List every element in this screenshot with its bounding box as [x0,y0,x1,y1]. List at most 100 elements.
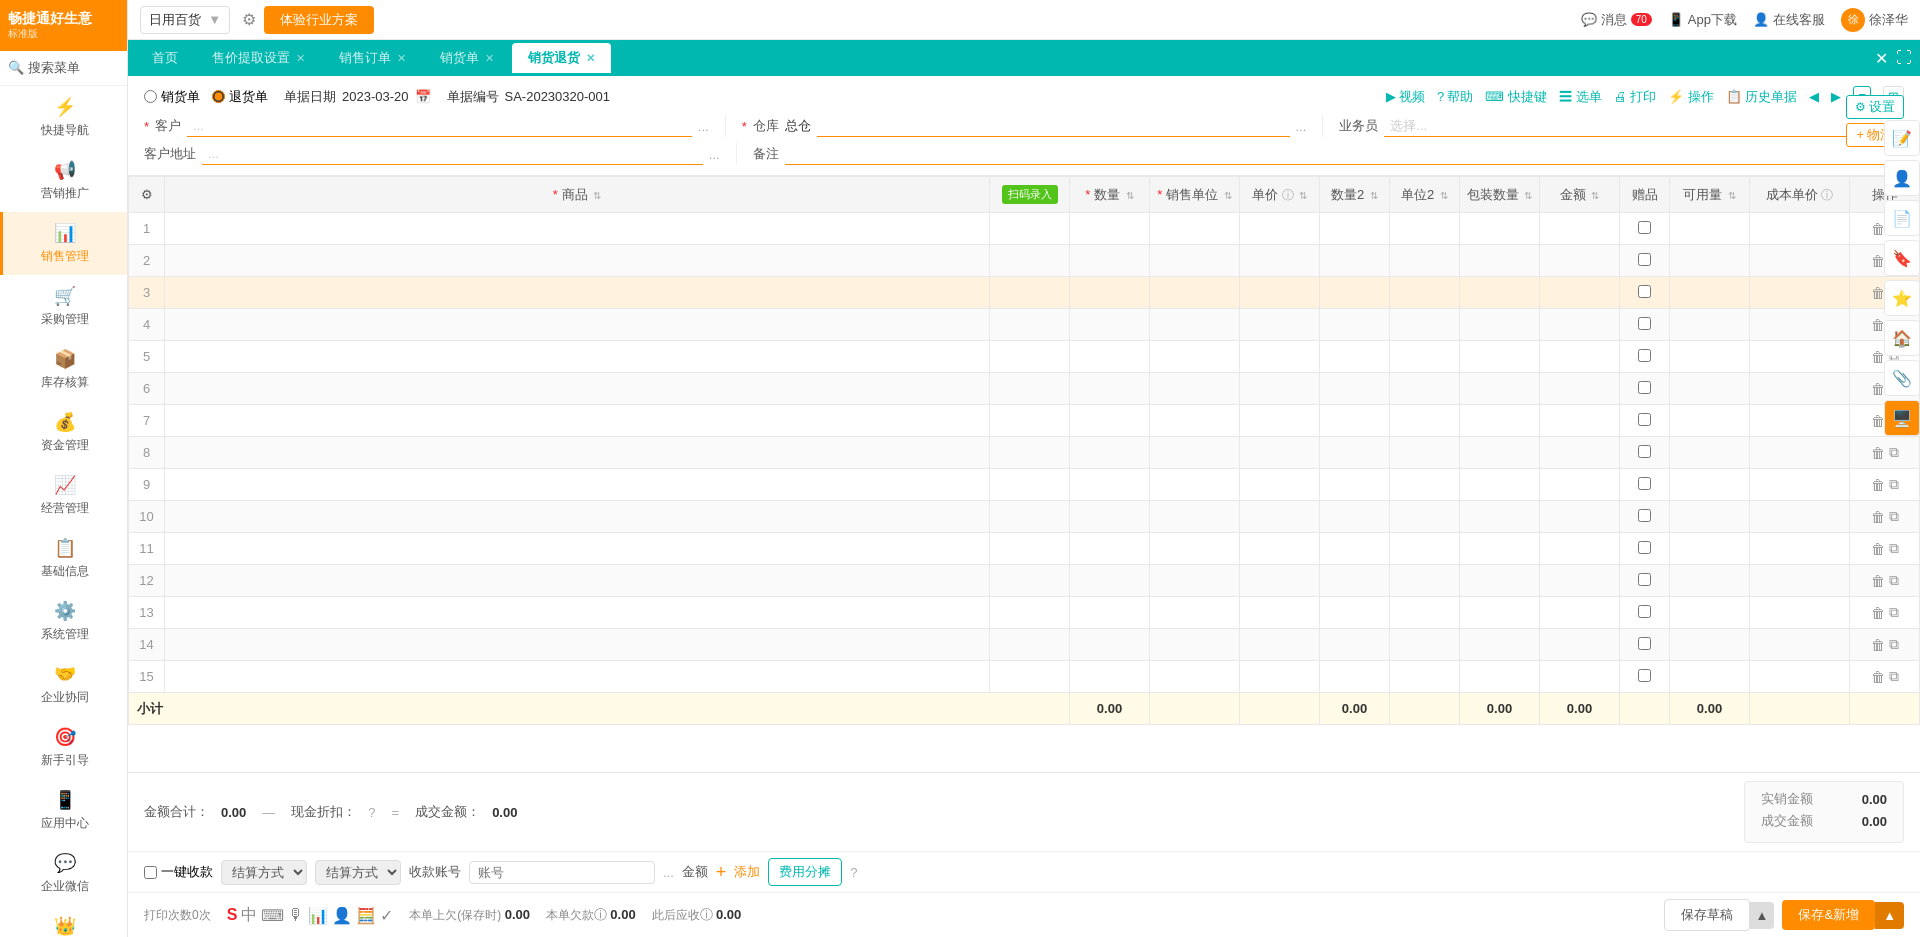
gift-cell[interactable] [1620,213,1670,245]
sales-unit-cell[interactable] [1150,373,1240,405]
qty2-cell[interactable] [1320,405,1390,437]
customer-dots-btn[interactable]: ... [698,119,709,134]
delete-row-icon[interactable]: 🗑 [1871,637,1885,653]
sales-unit-cell[interactable] [1150,629,1240,661]
amount-cell[interactable] [1540,405,1620,437]
product-cell[interactable] [165,565,990,597]
remark-input[interactable] [785,143,1904,165]
quantity-cell[interactable] [1070,565,1150,597]
delete-row-icon[interactable]: 🗑 [1871,349,1885,365]
delete-row-icon[interactable]: 🗑 [1871,381,1885,397]
available-cell[interactable] [1670,469,1750,501]
sales-unit-cell[interactable] [1150,245,1240,277]
product-cell[interactable] [165,245,990,277]
sales-unit-cell[interactable] [1150,405,1240,437]
sales-unit-cell[interactable] [1150,277,1240,309]
sidebar-item-basic[interactable]: 📋 基础信息 [0,527,127,590]
amount-cell[interactable] [1540,469,1620,501]
pkg-qty-cell[interactable] [1460,661,1540,693]
unit2-cell[interactable] [1390,277,1460,309]
tab-sales-delivery-close-icon[interactable]: ✕ [485,52,494,65]
available-cell[interactable] [1670,341,1750,373]
sort-price-icon[interactable]: ⇅ [1299,190,1307,201]
sidebar-item-sales[interactable]: 📊 销售管理 [0,212,127,275]
save-new-chevron-btn[interactable]: ▲ [1875,902,1904,929]
customer-input[interactable] [187,115,692,137]
cost-unit-cell[interactable] [1750,341,1850,373]
sidebar-item-enterprise[interactable]: 🤝 企业协同 [0,653,127,716]
gift-cell[interactable] [1620,309,1670,341]
delete-row-icon[interactable]: 🗑 [1871,509,1885,525]
gift-cell[interactable] [1620,661,1670,693]
amount-cell[interactable] [1540,661,1620,693]
amount-cell[interactable] [1540,277,1620,309]
cost-unit-cell[interactable] [1750,277,1850,309]
warehouse-dots-btn[interactable]: ... [1296,119,1307,134]
copy-row-icon[interactable]: ⧉ [1889,540,1899,557]
pkg-qty-cell[interactable] [1460,501,1540,533]
icon-3[interactable]: 🎙 [288,906,304,924]
amount-cell[interactable] [1540,213,1620,245]
delete-row-icon[interactable]: 🗑 [1871,285,1885,301]
unit-price-cell[interactable] [1240,501,1320,533]
account-dots-btn[interactable]: ... [663,865,674,880]
gift-cell[interactable] [1620,501,1670,533]
qty2-cell[interactable] [1320,533,1390,565]
cost-unit-cell[interactable] [1750,405,1850,437]
sales-unit-cell[interactable] [1150,533,1240,565]
tab-close-all-icon[interactable]: ✕ [1875,49,1888,68]
amount-cell[interactable] [1540,309,1620,341]
amount-cell[interactable] [1540,437,1620,469]
quantity-cell[interactable] [1070,405,1150,437]
quantity-cell[interactable] [1070,245,1150,277]
gift-cell[interactable] [1620,565,1670,597]
tab-price-settings[interactable]: 售价提取设置 ✕ [196,43,321,73]
copy-row-icon[interactable]: ⧉ [1889,572,1899,589]
save-draft-btn[interactable]: 保存草稿 [1664,899,1750,931]
sidebar-item-wechat[interactable]: 💬 企业微信 [0,842,127,905]
addr-dots-btn[interactable]: ... [709,147,720,162]
gift-cell[interactable] [1620,405,1670,437]
unit-price-cell[interactable] [1240,213,1320,245]
pkg-qty-cell[interactable] [1460,629,1540,661]
pkg-qty-cell[interactable] [1460,309,1540,341]
qty2-cell[interactable] [1320,661,1390,693]
cost-unit-cell[interactable] [1750,501,1850,533]
salesperson-input[interactable] [1384,115,1887,137]
sort-quantity-icon[interactable]: ⇅ [1126,190,1134,201]
cost-unit-cell[interactable] [1750,245,1850,277]
cost-unit-cell[interactable] [1750,533,1850,565]
delete-row-icon[interactable]: 🗑 [1871,605,1885,621]
gift-cell[interactable] [1620,277,1670,309]
col-settings-icon[interactable]: ⚙ [141,187,153,202]
amount-cell[interactable] [1540,565,1620,597]
tab-expand-icon[interactable]: ⛶ [1896,49,1912,67]
pkg-qty-cell[interactable] [1460,565,1540,597]
industry-dropdown[interactable]: 日用百货 ▼ [140,6,230,34]
tab-price-close-icon[interactable]: ✕ [296,52,305,65]
icon-4[interactable]: 📊 [308,906,328,925]
available-cell[interactable] [1670,309,1750,341]
tab-home[interactable]: 首页 [136,43,194,73]
tab-sales-delivery[interactable]: 销货单 ✕ [424,43,510,73]
delete-row-icon[interactable]: 🗑 [1871,477,1885,493]
gift-checkbox[interactable] [1638,253,1651,266]
scan-entry-btn[interactable]: 扫码录入 [1002,185,1058,204]
gift-checkbox[interactable] [1638,285,1651,298]
cost-unit-cell[interactable] [1750,629,1850,661]
sidebar-item-inventory[interactable]: 📦 库存核算 [0,338,127,401]
quantity-cell[interactable] [1070,597,1150,629]
gift-checkbox[interactable] [1638,477,1651,490]
gift-cell[interactable] [1620,437,1670,469]
rf-bookmark-btn[interactable]: 🔖 [1884,240,1920,276]
gift-cell[interactable] [1620,597,1670,629]
unit-price-cell[interactable] [1240,245,1320,277]
print-btn[interactable]: 🖨 打印 [1614,88,1657,106]
sort-amount-icon[interactable]: ⇅ [1591,190,1599,201]
sidebar-item-apps[interactable]: 📱 应用中心 [0,779,127,842]
tab-sales-order[interactable]: 销售订单 ✕ [323,43,422,73]
qty2-cell[interactable] [1320,213,1390,245]
quantity-cell[interactable] [1070,533,1150,565]
qty2-cell[interactable] [1320,245,1390,277]
unit-price-cell[interactable] [1240,437,1320,469]
